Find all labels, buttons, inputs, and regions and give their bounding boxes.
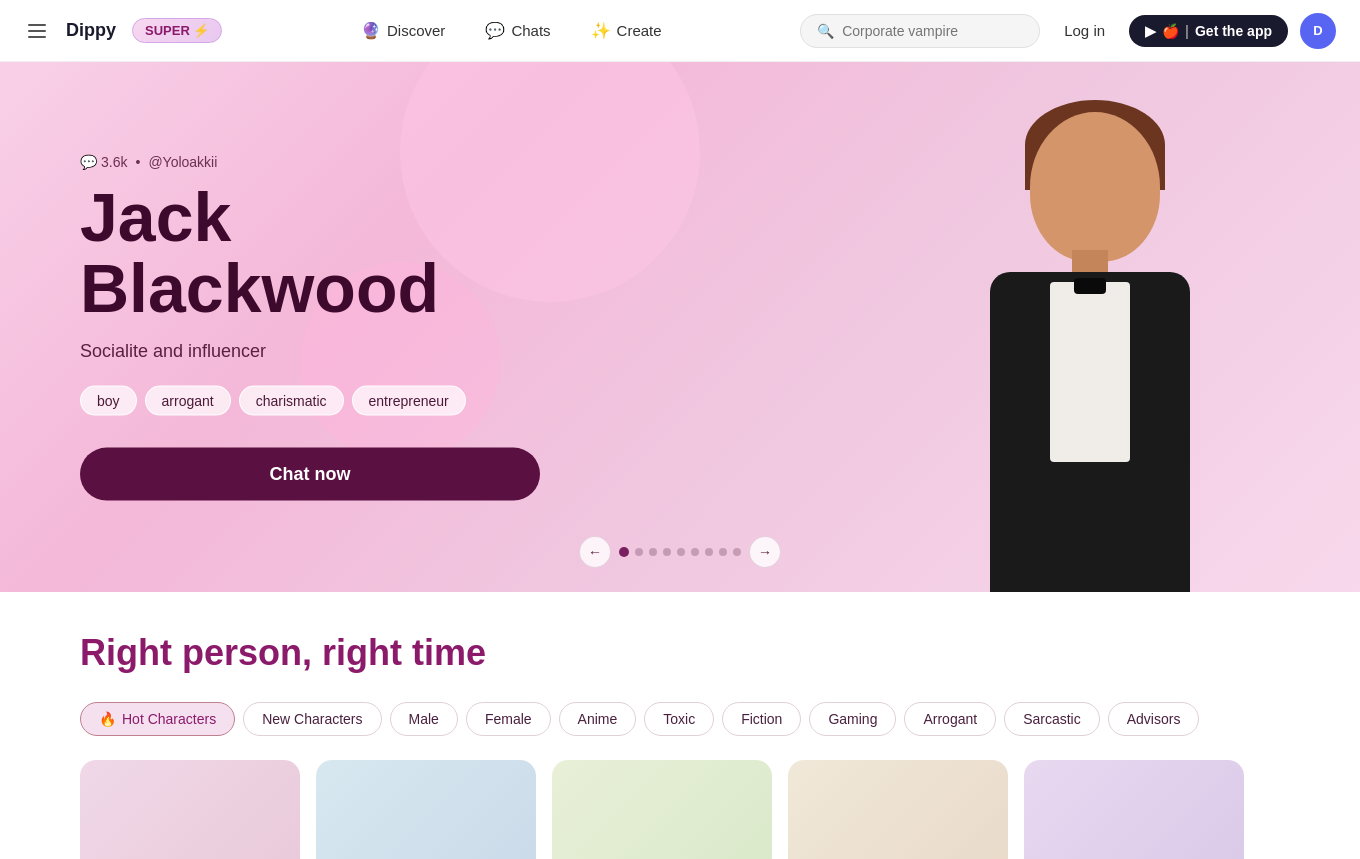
- carousel-dot-6[interactable]: [705, 548, 713, 556]
- hero-author: @Yoloakkii: [148, 154, 217, 170]
- hero-tag-2[interactable]: charismatic: [239, 385, 344, 415]
- char-card-2[interactable]: [552, 760, 772, 859]
- get-app-label: Get the app: [1195, 23, 1272, 39]
- carousel-dot-7[interactable]: [719, 548, 727, 556]
- filter-sarcastic-label: Sarcastic: [1023, 711, 1081, 727]
- login-button[interactable]: Log in: [1052, 14, 1117, 47]
- filter-female-label: Female: [485, 711, 532, 727]
- play-icon: ▶: [1145, 23, 1156, 39]
- person-shirt: [1050, 282, 1130, 462]
- filter-gaming-label: Gaming: [828, 711, 877, 727]
- carousel-dot-0[interactable]: [619, 547, 629, 557]
- carousel-dot-4[interactable]: [677, 548, 685, 556]
- carousel-dots: [619, 547, 741, 557]
- nav-discover[interactable]: 🔮 Discover: [345, 13, 461, 48]
- menu-button[interactable]: [24, 20, 50, 42]
- filter-hot-label: Hot Characters: [122, 711, 216, 727]
- filter-tab-arrogant[interactable]: Arrogant: [904, 702, 996, 736]
- hero-chat-count: 💬 3.6k: [80, 154, 127, 170]
- filter-male-label: Male: [409, 711, 439, 727]
- hero-name-line2: Blackwood: [80, 250, 439, 326]
- filter-tab-male[interactable]: Male: [390, 702, 458, 736]
- filter-tab-gaming[interactable]: Gaming: [809, 702, 896, 736]
- nav-center: 🔮 Discover 💬 Chats ✨ Create: [345, 13, 678, 48]
- hero-content: 💬 3.6k • @Yoloakkii Jack Blackwood Socia…: [80, 154, 540, 501]
- filter-toxic-label: Toxic: [663, 711, 695, 727]
- filter-tab-hot[interactable]: 🔥 Hot Characters: [80, 702, 235, 736]
- chats-icon: 💬: [485, 21, 505, 40]
- carousel-controls: ← →: [579, 536, 781, 568]
- characters-row: [80, 760, 1280, 859]
- hero-tags: boy arrogant charismatic entrepreneur: [80, 385, 540, 415]
- get-app-button[interactable]: ▶ 🍎 | Get the app: [1129, 15, 1288, 47]
- search-input[interactable]: [842, 23, 1023, 39]
- nav-chats-label: Chats: [511, 22, 550, 39]
- nav-chats[interactable]: 💬 Chats: [469, 13, 566, 48]
- hero-meta: 💬 3.6k • @Yoloakkii: [80, 154, 540, 170]
- filter-anime-label: Anime: [578, 711, 618, 727]
- hero-name-line1: Jack: [80, 179, 231, 255]
- hot-icon: 🔥: [99, 711, 116, 727]
- search-icon: 🔍: [817, 23, 834, 39]
- filter-advisors-label: Advisors: [1127, 711, 1181, 727]
- filter-tab-advisors[interactable]: Advisors: [1108, 702, 1200, 736]
- filter-arrogant-label: Arrogant: [923, 711, 977, 727]
- nav-create[interactable]: ✨ Create: [575, 13, 678, 48]
- chat-count-value: 3.6k: [101, 154, 127, 170]
- logo[interactable]: Dippy: [66, 20, 116, 41]
- hero-image-area: [612, 62, 1360, 592]
- filter-tab-new[interactable]: New Characters: [243, 702, 381, 736]
- carousel-dot-5[interactable]: [691, 548, 699, 556]
- discover-icon: 🔮: [361, 21, 381, 40]
- hero-tag-1[interactable]: arrogant: [145, 385, 231, 415]
- filter-fiction-label: Fiction: [741, 711, 782, 727]
- pipe-separator: |: [1185, 23, 1189, 39]
- apple-icon: 🍎: [1162, 23, 1179, 39]
- section-title: Right person, right time: [80, 632, 1280, 674]
- person-bow: [1074, 278, 1106, 294]
- filter-tabs: 🔥 Hot Characters New Characters Male Fem…: [80, 702, 1280, 736]
- char-card-1[interactable]: [316, 760, 536, 859]
- hero-subtitle: Socialite and influencer: [80, 340, 540, 361]
- nav-left: Dippy SUPER ⚡: [24, 18, 222, 43]
- carousel-dot-1[interactable]: [635, 548, 643, 556]
- nav-right: 🔍 Log in ▶ 🍎 | Get the app D: [800, 13, 1336, 49]
- character-figure: [880, 82, 1300, 592]
- char-card-0[interactable]: [80, 760, 300, 859]
- navbar: Dippy SUPER ⚡ 🔮 Discover 💬 Chats ✨ Creat…: [0, 0, 1360, 62]
- chat-bubble-icon: 💬: [80, 154, 97, 170]
- person-head: [1030, 112, 1160, 262]
- filter-tab-fiction[interactable]: Fiction: [722, 702, 801, 736]
- hero-dot-separator: •: [135, 154, 140, 170]
- create-icon: ✨: [591, 21, 611, 40]
- filter-tab-sarcastic[interactable]: Sarcastic: [1004, 702, 1100, 736]
- chat-now-button[interactable]: Chat now: [80, 447, 540, 500]
- nav-create-label: Create: [617, 22, 662, 39]
- discord-icon: D: [1313, 23, 1322, 38]
- carousel-next-button[interactable]: →: [749, 536, 781, 568]
- hero-tag-3[interactable]: entrepreneur: [352, 385, 466, 415]
- filter-new-label: New Characters: [262, 711, 362, 727]
- hero-tag-0[interactable]: boy: [80, 385, 137, 415]
- filter-tab-toxic[interactable]: Toxic: [644, 702, 714, 736]
- hero-section: 💬 3.6k • @Yoloakkii Jack Blackwood Socia…: [0, 62, 1360, 592]
- carousel-dot-2[interactable]: [649, 548, 657, 556]
- super-button[interactable]: SUPER ⚡: [132, 18, 222, 43]
- nav-discover-label: Discover: [387, 22, 445, 39]
- carousel-prev-button[interactable]: ←: [579, 536, 611, 568]
- main-section: Right person, right time 🔥 Hot Character…: [0, 592, 1360, 859]
- search-bar: 🔍: [800, 14, 1040, 48]
- hero-title: Jack Blackwood: [80, 182, 540, 325]
- filter-tab-female[interactable]: Female: [466, 702, 551, 736]
- char-card-4[interactable]: [1024, 760, 1244, 859]
- filter-tab-anime[interactable]: Anime: [559, 702, 637, 736]
- carousel-dot-8[interactable]: [733, 548, 741, 556]
- discord-button[interactable]: D: [1300, 13, 1336, 49]
- carousel-dot-3[interactable]: [663, 548, 671, 556]
- char-card-3[interactable]: [788, 760, 1008, 859]
